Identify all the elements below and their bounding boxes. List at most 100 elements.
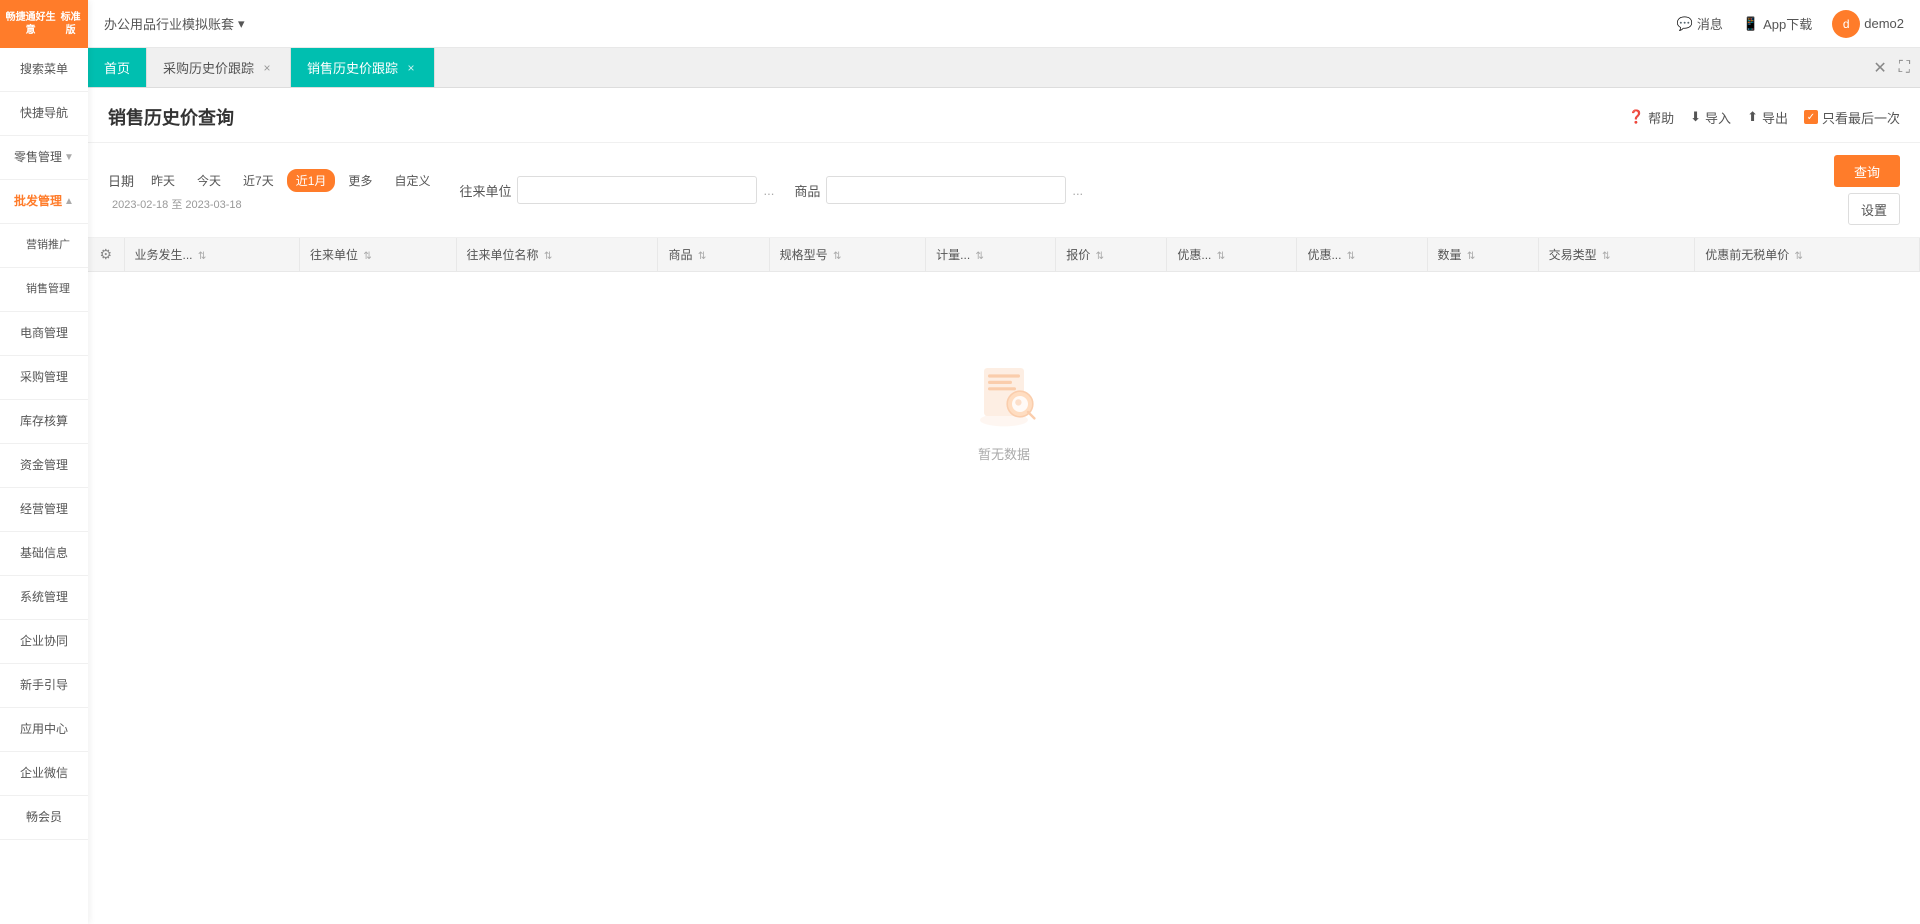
sort-icon-quoted-price: ⇅ [1096,251,1104,262]
date-btn-today[interactable]: 今天 [188,169,230,192]
sidebar-item-ecommerce[interactable]: 电商管理 [0,312,88,356]
column-settings-icon[interactable]: ⚙ [99,246,112,262]
only-last-checkbox[interactable]: ✓ [1804,110,1818,124]
close-tab-button[interactable]: ✕ [1871,56,1888,80]
page-header: 销售历史价查询 ❓ 帮助 ⬇ 导入 ⬆ 导出 ✓ 只看最后一次 [88,88,1920,143]
date-range-display: 2023-02-18 至 2023-03-18 [112,196,439,212]
tab-purchase-history[interactable]: 采购历史价跟踪 × [147,48,291,87]
th-trade-type[interactable]: 交易类型 ⇅ [1538,238,1695,272]
avatar: d [1832,10,1860,38]
table-header-row: ⚙ 业务发生... ⇅ 往来单位 ⇅ 往来单位名称 ⇅ [88,238,1920,272]
th-quoted-price[interactable]: 报价 ⇅ [1056,238,1167,272]
product-label: 商品 [794,181,820,200]
th-settings[interactable]: ⚙ [88,238,124,272]
sort-icon-trade-type: ⇅ [1602,251,1610,262]
date-btn-yesterday[interactable]: 昨天 [142,169,184,192]
partner-filter: 往来单位 ... [459,176,774,204]
sidebar-item-marketing[interactable]: 营销推广 [0,224,88,268]
tab-sales-history-close[interactable]: × [404,61,418,75]
sidebar-item-wechat[interactable]: 企业微信 [0,752,88,796]
tab-home[interactable]: 首页 [88,48,147,87]
sidebar-item-quick-nav[interactable]: 快捷导航 [0,92,88,136]
page-content: 销售历史价查询 ❓ 帮助 ⬇ 导入 ⬆ 导出 ✓ 只看最后一次 [88,88,1920,924]
sort-icon-partner-code: ⇅ [363,251,371,262]
th-unit[interactable]: 计量... ⇅ [926,238,1056,272]
th-biz-date[interactable]: 业务发生... ⇅ [124,238,299,272]
tab-purchase-history-close[interactable]: × [260,61,274,75]
sidebar-item-wholesale[interactable]: 批发管理 ▲ [0,180,88,224]
th-discount2[interactable]: 优惠... ⇅ [1297,238,1427,272]
page-header-actions: ❓ 帮助 ⬇ 导入 ⬆ 导出 ✓ 只看最后一次 [1628,108,1900,127]
tabbar: 首页 采购历史价跟踪 × 销售历史价跟踪 × ✕ ⛶ [88,48,1920,88]
sidebar-item-search[interactable]: 搜索菜单 [0,48,88,92]
filter-actions: 查询 设置 [1834,155,1900,225]
message-icon: 💬 [1677,16,1693,32]
date-btn-custom[interactable]: 自定义 [385,169,439,192]
sort-icon-pretax-price: ⇅ [1795,251,1803,262]
sort-icon-product: ⇅ [698,251,706,262]
empty-state-icon [964,352,1044,432]
th-discount1[interactable]: 优惠... ⇅ [1167,238,1297,272]
sidebar-item-operations[interactable]: 经营管理 [0,488,88,532]
settings-button[interactable]: 设置 [1848,193,1900,225]
message-button[interactable]: 💬 消息 [1677,14,1723,33]
sidebar-item-sales-mgmt[interactable]: 销售管理 [0,268,88,312]
phone-icon: 📱 [1743,16,1759,32]
export-button[interactable]: ⬆ 导出 [1747,108,1788,127]
partner-dots-button[interactable]: ... [763,183,774,198]
sidebar-item-enterprise[interactable]: 企业协同 [0,620,88,664]
topbar: 办公用品行业模拟账套 ▾ 💬 消息 📱 App下载 d demo2 [88,0,1920,48]
th-partner-code[interactable]: 往来单位 ⇅ [299,238,456,272]
th-partner-name[interactable]: 往来单位名称 ⇅ [456,238,658,272]
sidebar-item-purchase[interactable]: 采购管理 [0,356,88,400]
tabbar-controls: ✕ ⛶ [1863,48,1920,87]
table-container: ⚙ 业务发生... ⇅ 往来单位 ⇅ 往来单位名称 ⇅ [88,238,1920,924]
product-input[interactable] [826,176,1066,204]
date-btn-more[interactable]: 更多 [339,169,381,192]
sidebar-item-inventory[interactable]: 库存核算 [0,400,88,444]
product-filter: 商品 ... [794,176,1083,204]
filter-date-section: 日期 昨天 今天 近7天 近1月 更多 自定义 2023-02-18 至 202… [108,169,439,212]
page-title: 销售历史价查询 [108,104,234,130]
empty-text: 暂无数据 [978,444,1030,463]
sidebar-item-guide[interactable]: 新手引导 [0,664,88,708]
user-menu[interactable]: d demo2 [1832,10,1904,38]
sidebar-item-retail[interactable]: 零售管理 ▼ [0,136,88,180]
maximize-button[interactable]: ⛶ [1897,57,1912,79]
topbar-actions: 💬 消息 📱 App下载 d demo2 [1677,10,1904,38]
help-button[interactable]: ❓ 帮助 [1628,108,1674,127]
import-icon: ⬇ [1690,109,1701,125]
th-product[interactable]: 商品 ⇅ [658,238,769,272]
app-download-button[interactable]: 📱 App下载 [1743,14,1812,33]
sort-icon-unit: ⇅ [976,251,984,262]
partner-input[interactable] [517,176,757,204]
query-button[interactable]: 查询 [1834,155,1900,187]
date-btn-last1month[interactable]: 近1月 [287,169,336,192]
sidebar-item-apps[interactable]: 应用中心 [0,708,88,752]
filter-bar: 日期 昨天 今天 近7天 近1月 更多 自定义 2023-02-18 至 202… [88,143,1920,238]
sort-icon-spec: ⇅ [833,251,841,262]
help-icon: ❓ [1628,109,1644,125]
sidebar-item-member[interactable]: 畅会员 [0,796,88,840]
sidebar-item-system[interactable]: 系统管理 [0,576,88,620]
wholesale-expand-icon: ▲ [64,195,74,209]
tab-sales-history[interactable]: 销售历史价跟踪 × [291,48,435,87]
data-table: ⚙ 业务发生... ⇅ 往来单位 ⇅ 往来单位名称 ⇅ [88,238,1920,272]
sidebar-item-finance[interactable]: 资金管理 [0,444,88,488]
partner-label: 往来单位 [459,181,511,200]
th-pretax-price[interactable]: 优惠前无税单价 ⇅ [1695,238,1920,272]
sort-icon-biz-date: ⇅ [198,251,206,262]
only-last-checkbox-label[interactable]: ✓ 只看最后一次 [1804,108,1900,127]
import-button[interactable]: ⬇ 导入 [1690,108,1731,127]
topbar-title: 办公用品行业模拟账套 ▾ [104,14,1677,33]
export-icon: ⬆ [1747,109,1758,125]
product-dots-button[interactable]: ... [1072,183,1083,198]
th-spec[interactable]: 规格型号 ⇅ [769,238,926,272]
retail-expand-icon: ▼ [64,151,74,165]
app-logo: 畅捷通好生意 标准版 [0,0,88,48]
th-quantity[interactable]: 数量 ⇅ [1427,238,1538,272]
sidebar-nav: 搜索菜单 快捷导航 零售管理 ▼ 批发管理 ▲ 营销推广 销售管理 电商管理 采… [0,48,88,924]
sidebar-item-basic[interactable]: 基础信息 [0,532,88,576]
date-btn-last7days[interactable]: 近7天 [234,169,283,192]
account-selector[interactable]: 办公用品行业模拟账套 ▾ [104,14,245,33]
